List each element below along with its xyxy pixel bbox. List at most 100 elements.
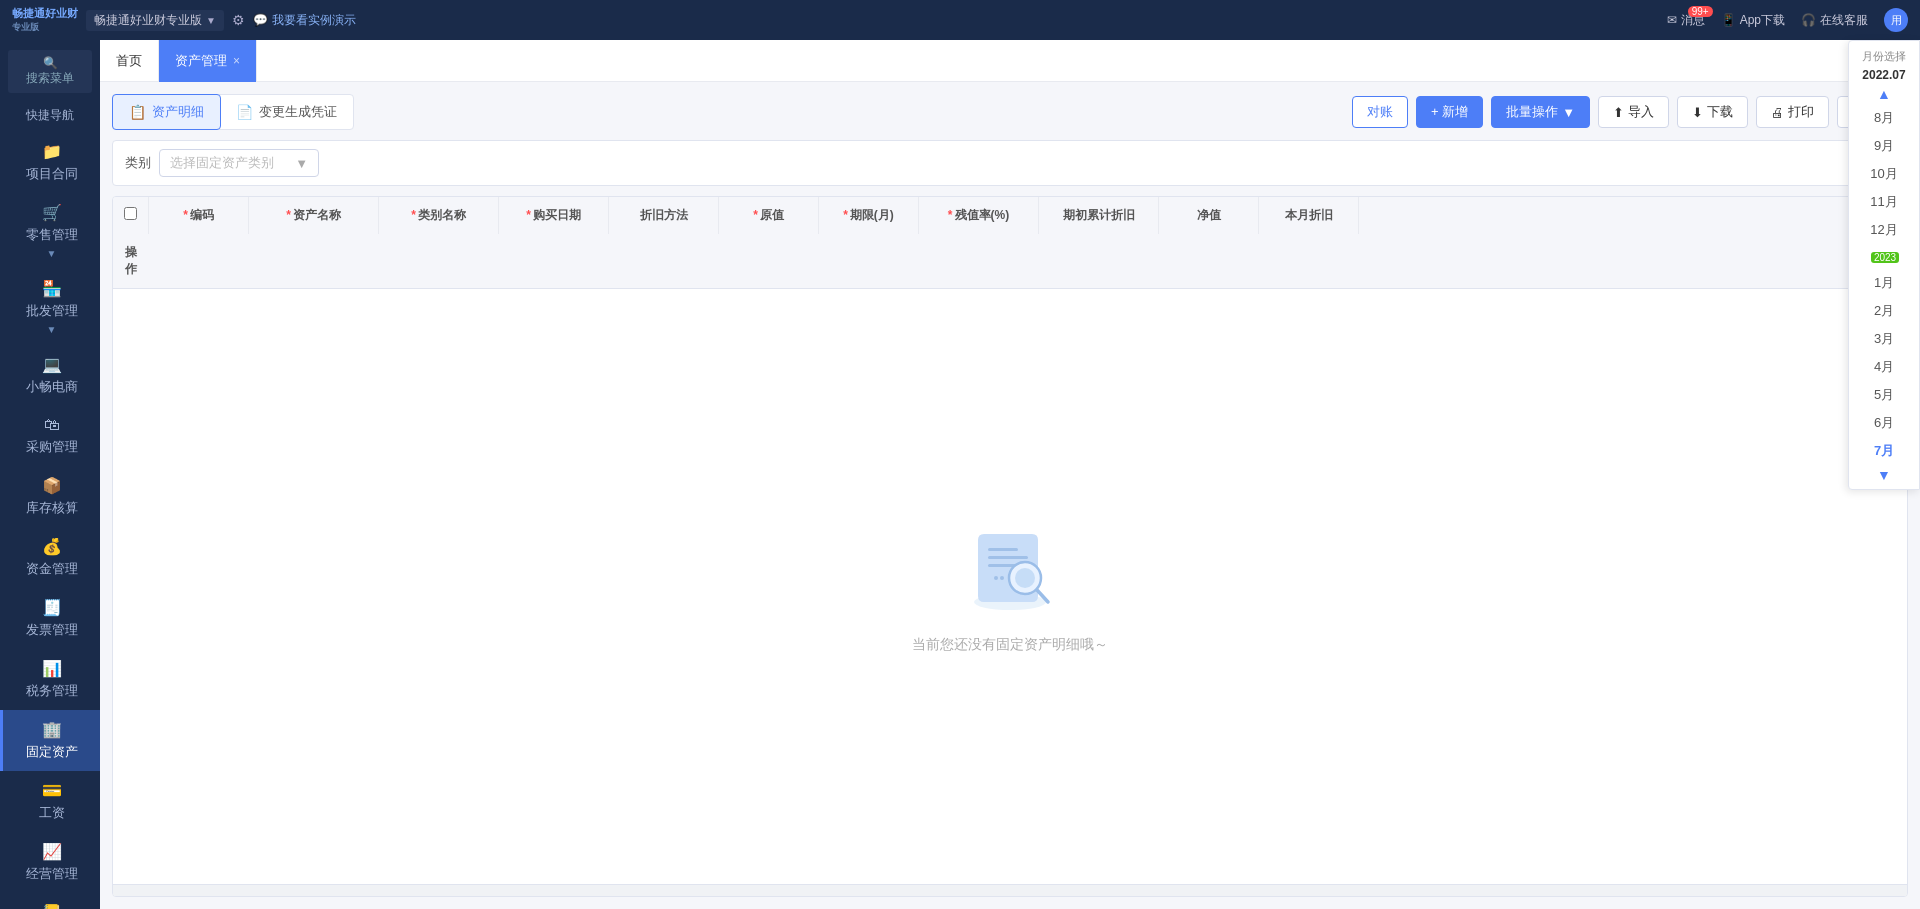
sidebar-item-ledger[interactable]: 📒 总账管理 [0,893,100,909]
th-residual-rate: *残值率(%) [919,197,1039,234]
month-panel: 月份选择 2022.07 ▲ 8月 9月 10月 11月 12月 2023 1月… [1848,40,1920,490]
chevron-down-icon: ▼ [1562,105,1575,120]
salary-icon: 💳 [42,781,62,800]
tab-home[interactable]: 首页 [100,40,159,82]
month-item-10[interactable]: 10月 [1849,160,1919,188]
sidebar-item-purchase[interactable]: 🛍 采购管理 [0,406,100,466]
th-code: *编码 [149,197,249,234]
th-opening-depreciation: 期初累计折旧 [1039,197,1159,234]
horizontal-scrollbar[interactable] [113,884,1907,896]
sidebar-item-finance[interactable]: 💰 资金管理 [0,527,100,588]
top-bar-right: ✉ 消息 99+ 📱 App下载 🎧 在线客服 用 [1667,8,1908,32]
th-original-value: *原值 [719,197,819,234]
select-all-checkbox[interactable] [124,207,137,220]
sidebar: 🔍 搜索菜单 快捷导航 📁 项目合同 🛒 零售管理 ▼ 🏪 批发管理 ▼ 💻 小… [0,40,100,909]
filter-label: 类别 [125,154,151,172]
month-item-6[interactable]: 6月 [1849,409,1919,437]
tab-bar: 首页 资产管理 × [100,40,1920,82]
sidebar-item-label: 税务管理 [26,682,78,700]
filter-placeholder: 选择固定资产类别 [170,154,274,172]
table-header: *编码 *资产名称 *类别名称 *购买日期 折旧方法 *原值 *期限(月) *残… [113,197,1907,289]
th-purchase-date: *购买日期 [499,197,609,234]
online-service-button[interactable]: 🎧 在线客服 [1801,12,1868,29]
assets-icon: 🏢 [42,720,62,739]
message-button[interactable]: ✉ 消息 99+ [1667,12,1705,29]
month-panel-title: 月份选择 [1862,45,1906,66]
download-button[interactable]: ⬇ 下载 [1677,96,1748,128]
app-logo: 畅捷通好业财 专业版 [12,6,78,34]
sidebar-item-tax[interactable]: 📊 税务管理 [0,649,100,710]
month-item-8[interactable]: 8月 [1849,104,1919,132]
table-body: 当前您还没有固定资产明细哦～ [113,289,1907,884]
month-item-5[interactable]: 5月 [1849,381,1919,409]
year-2023-badge-row: 2023 [1849,244,1919,269]
month-item-3[interactable]: 3月 [1849,325,1919,353]
th-category: *类别名称 [379,197,499,234]
sidebar-item-inventory[interactable]: 📦 库存核算 [0,466,100,527]
sidebar-item-invoice[interactable]: 🧾 发票管理 [0,588,100,649]
mobile-icon: 📱 [1721,13,1736,27]
sidebar-item-label: 资金管理 [26,560,78,578]
user-info[interactable]: 用 [1884,8,1908,32]
sub-tab-change-voucher[interactable]: 📄 变更生成凭证 [220,95,353,129]
subtab-toolbar-row: 📋 资产明细 📄 变更生成凭证 对账 + 新增 [112,94,1908,130]
doc-icon: 📄 [236,104,253,120]
month-item-1[interactable]: 1月 [1849,269,1919,297]
chevron-down-icon: ▼ [47,248,57,259]
demo-link[interactable]: 💬 我要看实例演示 [253,12,356,29]
sidebar-item-operations[interactable]: 📈 经营管理 [0,832,100,893]
sidebar-quick-nav[interactable]: 快捷导航 [0,99,100,132]
inventory-icon: 📦 [42,476,62,495]
chevron-down-icon: ▼ [295,156,308,171]
tab-asset-management[interactable]: 资产管理 × [159,40,257,82]
tab-close-button[interactable]: × [233,54,240,68]
month-item-2[interactable]: 2月 [1849,297,1919,325]
category-filter[interactable]: 选择固定资产类别 ▼ [159,149,319,177]
sidebar-item-label: 工资 [39,804,65,822]
company-selector[interactable]: 畅捷通好业财专业版 ▼ [86,10,224,31]
sidebar-item-fixed-assets[interactable]: 🏢 固定资产 [0,710,100,771]
import-button[interactable]: ⬆ 导入 [1598,96,1669,128]
add-button[interactable]: + 新增 [1416,96,1483,128]
demo-icon: 💬 [253,13,268,27]
sidebar-item-ecommerce[interactable]: 💻 小畅电商 [0,345,100,406]
reconcile-button[interactable]: 对账 [1352,96,1408,128]
sidebar-item-label: 经营管理 [26,865,78,883]
list-icon: 📋 [129,104,146,120]
month-item-11[interactable]: 11月 [1849,188,1919,216]
chevron-down-icon: ▼ [206,15,216,26]
th-operation: 操作 [113,234,149,288]
settings-icon[interactable]: ⚙ [232,12,245,28]
chevron-down-icon: ▼ [47,324,57,335]
svg-rect-1 [988,548,1018,551]
message-badge: 99+ [1688,6,1713,17]
svg-point-7 [994,576,998,580]
app-download-button[interactable]: 📱 App下载 [1721,12,1785,29]
print-button[interactable]: 🖨 打印 [1756,96,1829,128]
sidebar-item-wholesale[interactable]: 🏪 批发管理 ▼ [0,269,100,345]
month-item-4[interactable]: 4月 [1849,353,1919,381]
svg-point-8 [1000,576,1004,580]
sub-tab-asset-detail[interactable]: 📋 资产明细 [112,94,221,130]
sidebar-item-label: 库存核算 [26,499,78,517]
sidebar-search[interactable]: 🔍 搜索菜单 [8,50,92,93]
main-layout: 🔍 搜索菜单 快捷导航 📁 项目合同 🛒 零售管理 ▼ 🏪 批发管理 ▼ 💻 小… [0,40,1920,909]
month-item-7-selected[interactable]: 7月 [1849,437,1919,465]
sub-tabs: 📋 资产明细 📄 变更生成凭证 [112,94,354,130]
sidebar-item-retail[interactable]: 🛒 零售管理 ▼ [0,193,100,269]
sidebar-item-label: 项目合同 [26,165,78,183]
month-item-12[interactable]: 12月 [1849,216,1919,244]
th-net-value: 净值 [1159,197,1259,234]
sidebar-item-salary[interactable]: 💳 工资 [0,771,100,832]
month-panel-down-arrow[interactable]: ▼ [1877,465,1891,485]
batch-ops-button[interactable]: 批量操作 ▼ [1491,96,1590,128]
ledger-icon: 📒 [42,903,62,909]
month-panel-up-arrow[interactable]: ▲ [1877,84,1891,104]
sidebar-item-project[interactable]: 📁 项目合同 [0,132,100,193]
month-item-9[interactable]: 9月 [1849,132,1919,160]
th-asset-name: *资产名称 [249,197,379,234]
wholesale-icon: 🏪 [42,279,62,298]
th-period: *期限(月) [819,197,919,234]
empty-text: 当前您还没有固定资产明细哦～ [912,636,1108,654]
th-monthly-depreciation: 本月折旧 [1259,197,1359,234]
